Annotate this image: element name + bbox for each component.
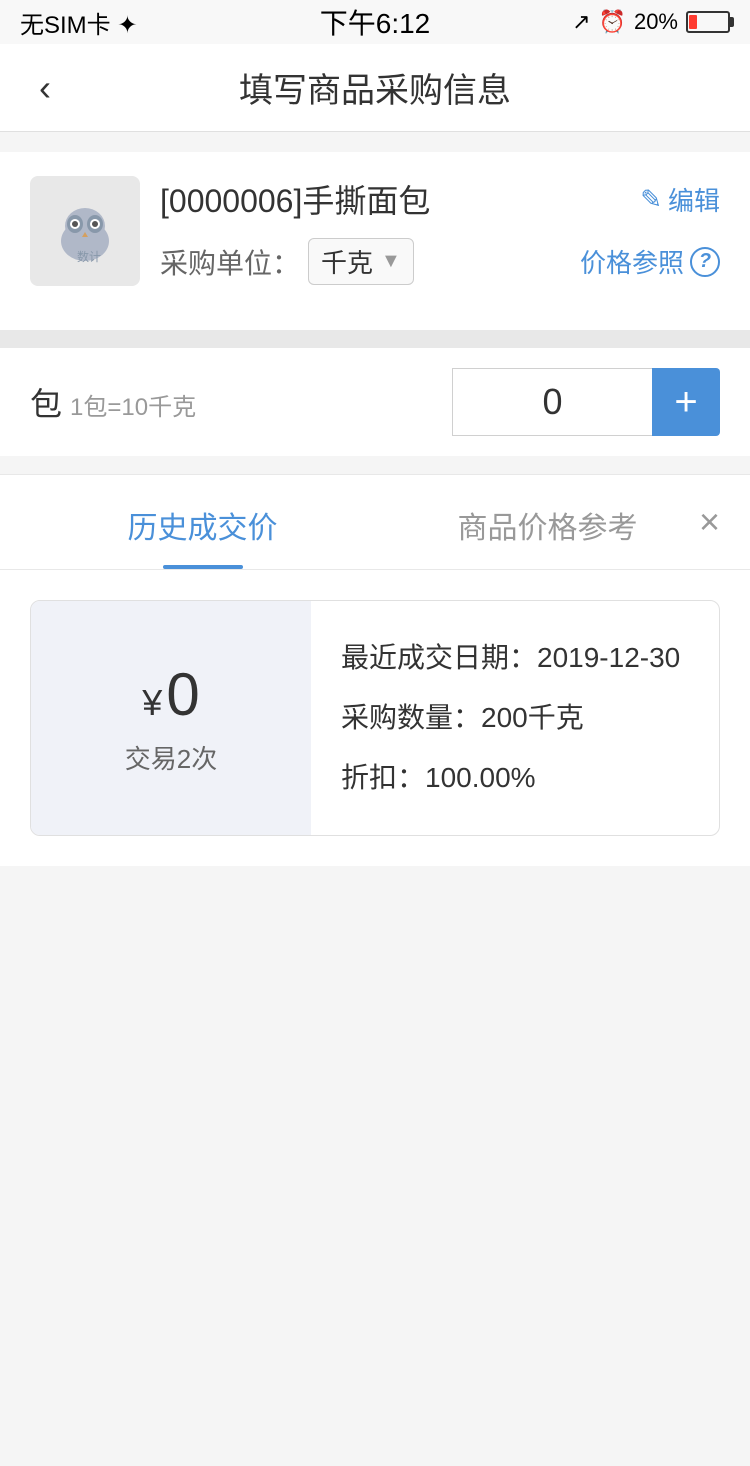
product-card: 数计 [0000006]手撕面包 ✎ 编辑 采购单位： 千克 ▼ — [0, 152, 750, 330]
location-icon: ↗ — [572, 9, 590, 35]
unit-select[interactable]: 千克 ▼ — [308, 238, 414, 285]
history-content: ¥0 交易2次 最近成交日期：2019-12-30 采购数量：200千克 折扣：… — [0, 570, 750, 866]
recent-date-value: 2019-12-30 — [537, 642, 680, 673]
quantity-plus-button[interactable]: + — [652, 368, 720, 436]
product-image: 数计 — [30, 176, 140, 286]
status-carrier: 无SIM卡 ✦ — [20, 5, 137, 40]
tab-history-price[interactable]: 历史成交价 — [30, 475, 375, 569]
nav-bar: ‹ 填写商品采购信息 — [0, 44, 750, 132]
unit-value: 千克 — [321, 243, 373, 280]
back-button[interactable]: ‹ — [20, 63, 70, 113]
price-left: ¥0 交易2次 — [31, 601, 311, 835]
help-icon: ? — [690, 247, 720, 277]
status-bar: 无SIM卡 ✦ 下午6:12 ↗ ⏰ 20% — [0, 0, 750, 44]
product-logo-svg: 数计 — [45, 191, 125, 271]
svg-text:数计: 数计 — [77, 249, 101, 264]
price-ref-button[interactable]: 价格参照 ? — [580, 243, 720, 280]
price-amount: ¥0 — [142, 660, 199, 729]
unit-label: 采购单位： — [160, 242, 300, 282]
tabs-header: 历史成交价 商品价格参考 × — [0, 475, 750, 570]
price-right: 最近成交日期：2019-12-30 采购数量：200千克 折扣：100.00% — [311, 601, 719, 835]
tabs-section: 历史成交价 商品价格参考 × ¥0 交易2次 最近成交日期：2019-12-30… — [0, 474, 750, 866]
price-discount: 折扣：100.00% — [341, 757, 689, 799]
battery-text: 20% — [634, 9, 678, 35]
battery-icon — [686, 11, 730, 33]
edit-icon: ✎ — [640, 184, 662, 215]
quantity-conversion: 1包=10千克 — [70, 387, 196, 422]
page-background — [0, 866, 750, 1466]
quantity-label-group: 包 1包=10千克 — [30, 379, 196, 425]
status-right: ↗ ⏰ 20% — [572, 9, 730, 35]
product-info: [0000006]手撕面包 ✎ 编辑 采购单位： 千克 ▼ 价格参照 ? — [160, 176, 720, 285]
price-quantity: 采购数量：200千克 — [341, 697, 689, 739]
page-title: 填写商品采购信息 — [239, 63, 511, 112]
carrier-text: 无SIM卡 ✦ — [20, 5, 137, 40]
discount-label: 折扣： — [341, 762, 425, 793]
quantity-input[interactable] — [452, 368, 652, 436]
alarm-icon: ⏰ — [599, 9, 626, 35]
quantity-label: 采购数量： — [341, 702, 481, 733]
unit-select-arrow-icon: ▼ — [381, 250, 401, 273]
quantity-input-group: + — [452, 368, 720, 436]
discount-value: 100.00% — [425, 762, 536, 793]
recent-date-label: 最近成交日期： — [341, 642, 537, 673]
quantity-unit: 包 — [30, 379, 62, 425]
price-card: ¥0 交易2次 最近成交日期：2019-12-30 采购数量：200千克 折扣：… — [30, 600, 720, 836]
edit-button[interactable]: ✎ 编辑 — [640, 181, 720, 218]
quantity-row: 包 1包=10千克 + — [0, 348, 750, 456]
price-value: 0 — [166, 661, 199, 728]
tab-product-price-ref[interactable]: 商品价格参考 — [375, 475, 720, 569]
price-trade-times: 交易2次 — [125, 739, 217, 776]
price-currency: ¥ — [142, 682, 162, 723]
unit-row: 采购单位： 千克 ▼ 价格参照 ? — [160, 238, 720, 285]
price-ref-label: 价格参照 — [580, 243, 684, 280]
tabs-close-button[interactable]: × — [699, 504, 720, 540]
divider-bar — [0, 330, 750, 348]
price-recent-date: 最近成交日期：2019-12-30 — [341, 637, 689, 679]
edit-label: 编辑 — [668, 181, 720, 218]
quantity-value: 200千克 — [481, 702, 584, 733]
product-title-row: [0000006]手撕面包 ✎ 编辑 — [160, 176, 720, 222]
product-image-inner: 数计 — [45, 191, 125, 271]
product-name: [0000006]手撕面包 — [160, 176, 430, 222]
product-header: 数计 [0000006]手撕面包 ✎ 编辑 采购单位： 千克 ▼ — [30, 176, 720, 286]
status-time: 下午6:12 — [320, 2, 431, 42]
